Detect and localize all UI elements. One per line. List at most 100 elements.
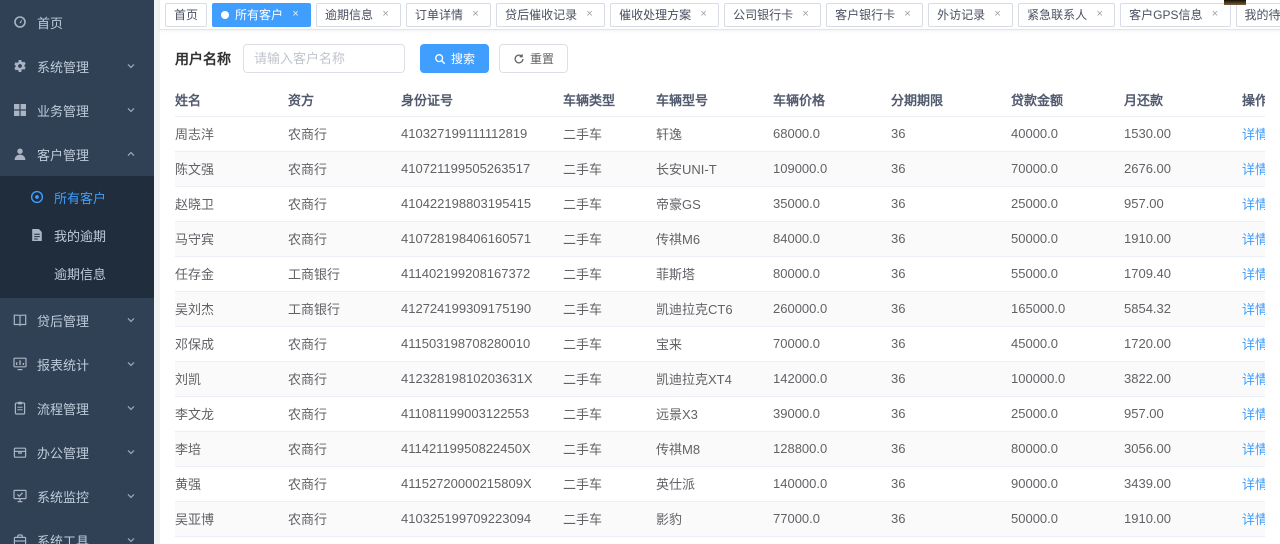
cell-loan_amount: 90000.0 xyxy=(1011,466,1124,501)
tab-visit-records[interactable]: 外访记录× xyxy=(928,3,1013,27)
cell-term: 36 xyxy=(891,361,1011,396)
detail-link[interactable]: 详情 xyxy=(1242,127,1265,142)
search-button[interactable]: 搜索 xyxy=(420,44,489,73)
close-icon[interactable]: × xyxy=(583,8,596,21)
sidebar-item-label: 逾期信息 xyxy=(54,264,154,283)
close-icon[interactable]: × xyxy=(1209,8,1222,21)
detail-link[interactable]: 详情 xyxy=(1242,442,1265,457)
cell-funder: 农商行 xyxy=(288,396,401,431)
sidebar-item-label: 办公管理 xyxy=(37,443,126,462)
search-input[interactable] xyxy=(243,44,405,73)
sidebar-item-system-management[interactable]: 系统管理 xyxy=(0,44,154,88)
cell-funder: 农商行 xyxy=(288,221,401,256)
tabs-bar: 首页所有客户×逾期信息×订单详情×贷后催收记录×催收处理方案×公司银行卡×客户银… xyxy=(160,0,1280,30)
cell-monthly_payment: 5854.32 xyxy=(1124,291,1242,326)
tab-emergency-contacts[interactable]: 紧急联系人× xyxy=(1018,3,1115,27)
cell-vehicle_price: 70000.0 xyxy=(773,326,891,361)
close-icon[interactable]: × xyxy=(901,8,914,21)
detail-link[interactable]: 详情 xyxy=(1242,162,1265,177)
sidebar-item-home[interactable]: 首页 xyxy=(0,0,154,44)
cell-action: 详情 xyxy=(1242,501,1265,536)
search-form: 用户名称 搜索 重置 xyxy=(175,44,1265,73)
sidebar-item-label: 我的逾期 xyxy=(54,226,154,245)
close-icon[interactable]: × xyxy=(697,8,710,21)
tab-order-detail[interactable]: 订单详情× xyxy=(406,3,491,27)
sidebar-item-overdue-info[interactable]: 逾期信息 xyxy=(0,254,154,292)
close-icon[interactable]: × xyxy=(379,8,392,21)
cell-vehicle_model: 长安UNI-T xyxy=(656,151,773,186)
search-button-label: 搜索 xyxy=(451,50,475,67)
sidebar-item-my-overdue[interactable]: 我的逾期 xyxy=(0,216,154,254)
tab-my-todo[interactable]: 我的待办× xyxy=(1236,3,1280,27)
close-icon[interactable]: × xyxy=(1093,8,1106,21)
cell-name: 李培 xyxy=(175,431,288,466)
cell-id_card: 41142119950822450X xyxy=(401,431,563,466)
toolbox-icon xyxy=(13,533,27,544)
cell-vehicle_type: 二手车 xyxy=(563,326,656,361)
table-header: 姓名资方身份证号车辆类型车辆型号车辆价格分期期限贷款金额月还款操作 xyxy=(175,83,1265,116)
tab-label: 我的待办 xyxy=(1245,6,1280,23)
detail-link[interactable]: 详情 xyxy=(1242,372,1265,387)
detail-link[interactable]: 详情 xyxy=(1242,337,1265,352)
detail-link[interactable]: 详情 xyxy=(1242,512,1265,527)
sidebar-item-label: 客户管理 xyxy=(37,145,126,164)
detail-link[interactable]: 详情 xyxy=(1242,232,1265,247)
cell-action: 详情 xyxy=(1242,536,1265,544)
sidebar-item-label: 系统工具 xyxy=(37,531,126,544)
table-row: 周志洋农商行410327199111112819二手车轩逸68000.03640… xyxy=(175,116,1265,151)
detail-link[interactable]: 详情 xyxy=(1242,302,1265,317)
tab-customer-gps-info[interactable]: 客户GPS信息× xyxy=(1120,3,1230,27)
sidebar-item-office-management[interactable]: 办公管理 xyxy=(0,430,154,474)
tab-company-bank-card[interactable]: 公司银行卡× xyxy=(724,3,821,27)
tab-postloan-collection-records[interactable]: 贷后催收记录× xyxy=(496,3,605,27)
detail-link[interactable]: 详情 xyxy=(1242,477,1265,492)
cell-vehicle_model: 宝来 xyxy=(656,326,773,361)
tab-collection-plan[interactable]: 催收处理方案× xyxy=(610,3,719,27)
tab-home[interactable]: 首页 xyxy=(165,3,207,27)
sidebar-item-system-monitor[interactable]: 系统监控 xyxy=(0,474,154,518)
close-icon[interactable]: × xyxy=(289,8,302,21)
sidebar-item-business-management[interactable]: 业务管理 xyxy=(0,88,154,132)
cell-loan_amount: 50000.0 xyxy=(1011,501,1124,536)
detail-link[interactable]: 详情 xyxy=(1242,267,1265,282)
cell-funder: 农商行 xyxy=(288,116,401,151)
sidebar-item-postloan-management[interactable]: 贷后管理 xyxy=(0,298,154,342)
sidebar-nav: 首页系统管理业务管理客户管理所有客户我的逾期逾期信息贷后管理报表统计流程管理办公… xyxy=(0,0,154,544)
cell-term xyxy=(891,536,1011,544)
tab-customer-bank-card[interactable]: 客户银行卡× xyxy=(826,3,923,27)
close-icon[interactable]: × xyxy=(799,8,812,21)
chevron-down-icon xyxy=(126,359,136,369)
cell-monthly_payment: 957.00 xyxy=(1124,396,1242,431)
sidebar-item-customer-management[interactable]: 客户管理 xyxy=(0,132,154,176)
cell-name: 李文龙 xyxy=(175,396,288,431)
cell-name: 赵晓卫 xyxy=(175,186,288,221)
cell-loan_amount: 70000.0 xyxy=(1011,151,1124,186)
reset-button[interactable]: 重置 xyxy=(499,44,568,73)
table-row: 吴亚博农商行410325199709223094二手车影豹77000.03650… xyxy=(175,501,1265,536)
cell-funder: 农商行 xyxy=(288,361,401,396)
chevron-down-icon xyxy=(126,447,136,457)
cell-funder: 农商行 xyxy=(288,431,401,466)
cell-vehicle_model: 传祺M6 xyxy=(656,221,773,256)
cell-monthly_payment: 3822.00 xyxy=(1124,361,1242,396)
close-icon[interactable]: × xyxy=(991,8,1004,21)
reset-button-label: 重置 xyxy=(530,50,554,67)
detail-link[interactable]: 详情 xyxy=(1242,197,1265,212)
sidebar-item-all-customers[interactable]: 所有客户 xyxy=(0,178,154,216)
sidebar-item-process-management[interactable]: 流程管理 xyxy=(0,386,154,430)
close-icon[interactable]: × xyxy=(469,8,482,21)
search-icon xyxy=(434,53,446,65)
tab-all-customers[interactable]: 所有客户× xyxy=(212,3,311,27)
detail-link[interactable]: 详情 xyxy=(1242,407,1265,422)
customers-icon xyxy=(30,190,44,204)
tab-overdue-info[interactable]: 逾期信息× xyxy=(316,3,401,27)
cell-vehicle_price xyxy=(773,536,891,544)
sidebar: 首页系统管理业务管理客户管理所有客户我的逾期逾期信息贷后管理报表统计流程管理办公… xyxy=(0,0,154,544)
sidebar-item-label: 流程管理 xyxy=(37,399,126,418)
cell-vehicle_type: 二手车 xyxy=(563,186,656,221)
sidebar-item-report-statistics[interactable]: 报表统计 xyxy=(0,342,154,386)
cell-action: 详情 xyxy=(1242,116,1265,151)
cell-id_card: 410325199709223094 xyxy=(401,501,563,536)
sidebar-item-system-tools[interactable]: 系统工具 xyxy=(0,518,154,544)
table-row: 李文龙农商行411081199003122553二手车远景X339000.036… xyxy=(175,396,1265,431)
